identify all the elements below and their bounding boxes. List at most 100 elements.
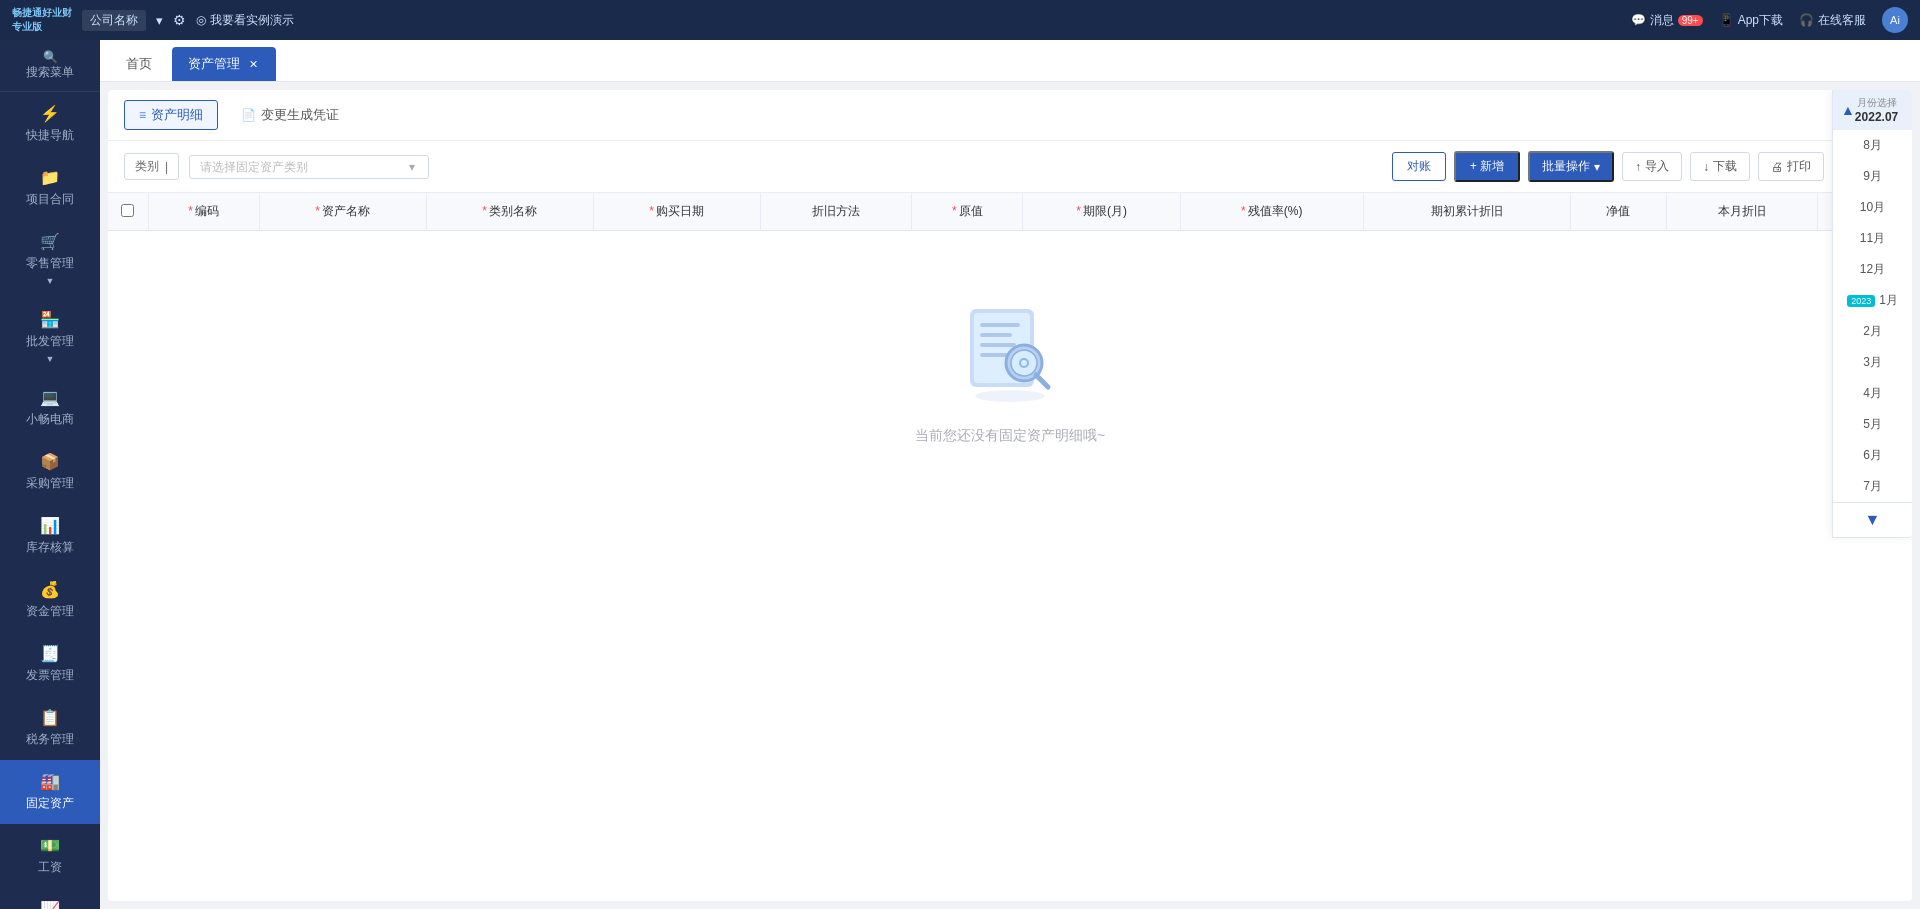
tab-asset-label: 资产管理 [188,55,240,73]
sidebar-item-retail-label: 零售管理 [26,255,74,272]
sidebar-item-salary[interactable]: 💵 工资 [0,824,100,888]
table-wrap[interactable]: *编码 *资产名称 *类别名称 *购买日期 折旧方法 *原值 *期限(月) *残… [108,193,1912,901]
company-dropdown-icon[interactable]: ▾ [156,13,163,28]
th-code: *编码 [148,193,259,231]
th-depreciation-method: 折旧方法 [760,193,911,231]
month-item-11[interactable]: 11月 [1833,223,1912,254]
tab-close-icon[interactable]: ✕ [246,57,260,71]
sidebar-item-inventory-label: 库存核算 [26,539,74,556]
message-button[interactable]: 💬 消息 99+ [1631,12,1703,29]
top-bar: 畅捷通好业财 专业版 公司名称 ▾ ⚙ ◎ 我要看实例演示 💬 消息 99+ 📱… [0,0,1920,40]
month-item-6[interactable]: 6月 [1833,440,1912,471]
category-filter[interactable]: 类别 | [124,153,179,180]
month-item-3[interactable]: 3月 [1833,347,1912,378]
list-icon: ≡ [139,108,146,122]
asset-table: *编码 *资产名称 *类别名称 *购买日期 折旧方法 *原值 *期限(月) *残… [108,193,1912,525]
sidebar-item-project-contract[interactable]: 📁 项目合同 [0,156,100,220]
retail-icon: 🛒 [40,232,60,251]
content-area: 首页 资产管理 ✕ ≡ 资产明细 📄 变更生成凭证 [100,40,1920,909]
month-picker-year: 2022.07 [1855,110,1898,124]
tab-asset-management[interactable]: 资产管理 ✕ [172,47,276,81]
empty-illustration [950,291,1070,411]
demo-circle-icon: ◎ [196,13,206,27]
sidebar-item-purchase[interactable]: 📦 采购管理 [0,440,100,504]
svg-rect-3 [980,323,1020,327]
company-selector[interactable]: 公司名称 [82,10,146,31]
subtab-asset-detail-label: 资产明细 [151,106,203,124]
month-item-5[interactable]: 5月 [1833,409,1912,440]
batch-dropdown-icon: ▾ [1594,160,1600,174]
sidebar-item-fund[interactable]: 💰 资金管理 [0,568,100,632]
operation-icon: 📈 [40,900,60,909]
toolbar-right: 对账 + 新增 批量操作 ▾ ↑ 导入 ↓ 下载 🖨 [1392,151,1896,182]
th-original-value: *原值 [912,193,1023,231]
inventory-icon: 📊 [40,516,60,535]
sidebar-item-invoice-label: 发票管理 [26,667,74,684]
online-service-label: 在线客服 [1818,12,1866,29]
demo-link[interactable]: ◎ 我要看实例演示 [196,12,294,29]
month-item-4[interactable]: 4月 [1833,378,1912,409]
message-badge: 99+ [1678,15,1703,26]
avatar[interactable]: Ai [1882,7,1908,33]
print-button[interactable]: 🖨 打印 [1758,152,1824,181]
filter-divider: | [165,160,168,174]
app-download-button[interactable]: 📱 App下载 [1719,12,1783,29]
sidebar-item-operation[interactable]: 📈 经营管理 [0,888,100,909]
download-label: 下载 [1713,158,1737,175]
month-item-7[interactable]: 7月 [1833,471,1912,502]
svg-line-9 [1036,375,1048,387]
top-bar-right: 💬 消息 99+ 📱 App下载 🎧 在线客服 Ai [1631,7,1908,33]
subtab-voucher-generation[interactable]: 📄 变更生成凭证 [226,100,354,130]
online-service-button[interactable]: 🎧 在线客服 [1799,12,1866,29]
sidebar-item-salary-label: 工资 [38,859,62,876]
th-net-value: 净值 [1570,193,1666,231]
sidebar-item-tax[interactable]: 📋 税务管理 [0,696,100,760]
month-item-10[interactable]: 10月 [1833,192,1912,223]
svg-rect-6 [980,353,1008,357]
sidebar-item-inventory[interactable]: 📊 库存核算 [0,504,100,568]
th-category: *类别名称 [426,193,593,231]
month-picker-panel: ▲ 月份选择 2022.07 8月 9月 10月 11月 12月 2023 1月… [1832,90,1912,538]
purchase-icon: 📦 [40,452,60,471]
sidebar-item-fixed-assets[interactable]: 🏭 固定资产 [0,760,100,824]
table-header-row: *编码 *资产名称 *类别名称 *购买日期 折旧方法 *原值 *期限(月) *残… [108,193,1912,231]
sidebar-search[interactable]: 🔍 搜索菜单 [0,40,100,92]
app-name: 畅捷通好业财 [12,6,72,20]
month-item-2023-1[interactable]: 2023 1月 [1833,285,1912,316]
th-checkbox[interactable] [108,193,148,231]
salary-icon: 💵 [40,836,60,855]
sidebar-item-quick-nav[interactable]: ⚡ 快捷导航 [0,92,100,156]
th-monthly-depreciation: 本月折旧 [1666,193,1817,231]
sidebar-item-invoice[interactable]: 🧾 发票管理 [0,632,100,696]
month-item-2[interactable]: 2月 [1833,316,1912,347]
import-button[interactable]: ↑ 导入 [1622,152,1682,181]
wholesale-icon: 🏪 [40,310,60,329]
month-picker-up-icon[interactable]: ▲ [1841,102,1855,118]
th-purchase-date: *购买日期 [593,193,760,231]
sidebar-item-fund-label: 资金管理 [26,603,74,620]
download-button[interactable]: ↓ 下载 [1690,152,1750,181]
sidebar-item-retail[interactable]: 🛒 零售管理 ▼ [0,220,100,298]
svg-point-11 [1021,360,1027,366]
month-item-12[interactable]: 12月 [1833,254,1912,285]
month-picker-title: 月份选择 [1855,96,1898,110]
tab-home-label: 首页 [126,55,152,73]
year-badge-2023: 2023 [1847,295,1875,307]
ecommerce-icon: 💻 [40,388,60,407]
subtab-asset-detail[interactable]: ≡ 资产明细 [124,100,218,130]
month-picker-down-icon[interactable]: ▼ [1859,509,1887,531]
reconcile-button[interactable]: 对账 [1392,152,1446,181]
category-input[interactable] [189,155,429,179]
batch-button[interactable]: 批量操作 ▾ [1528,151,1614,182]
settings-icon[interactable]: ⚙ [173,12,186,28]
month-item-9[interactable]: 9月 [1833,161,1912,192]
add-button[interactable]: + 新增 [1454,151,1520,182]
month-item-8[interactable]: 8月 [1833,130,1912,161]
tab-home[interactable]: 首页 [110,47,168,81]
sidebar-item-ecommerce[interactable]: 💻 小畅电商 [0,376,100,440]
import-icon: ↑ [1635,160,1641,174]
tax-icon: 📋 [40,708,60,727]
select-all-checkbox[interactable] [121,204,134,217]
sidebar-item-wholesale[interactable]: 🏪 批发管理 ▼ [0,298,100,376]
th-period: *期限(月) [1023,193,1181,231]
